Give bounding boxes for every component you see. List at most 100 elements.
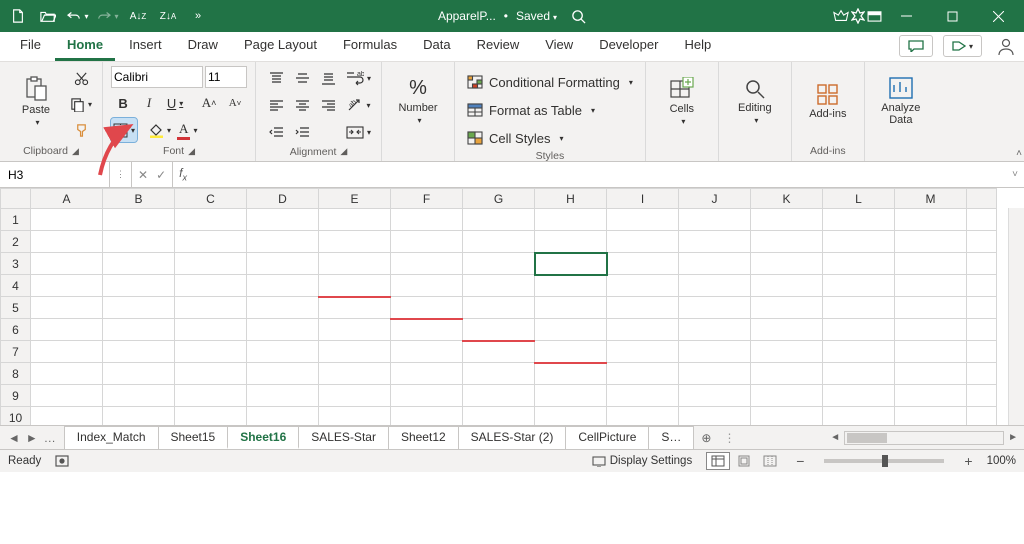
cell[interactable] [895, 297, 967, 319]
cell[interactable] [103, 253, 175, 275]
cell[interactable] [247, 253, 319, 275]
row-header[interactable]: 6 [1, 319, 31, 341]
sheet-nav-next-icon[interactable]: ► [26, 431, 38, 445]
sheet-tab[interactable]: S… [648, 426, 694, 449]
macro-record-icon[interactable] [55, 455, 69, 467]
copy-button[interactable] [68, 92, 94, 116]
new-file-icon[interactable] [4, 2, 32, 30]
fill-color-button[interactable] [147, 118, 173, 142]
cell[interactable] [679, 407, 751, 427]
sort-asc-icon[interactable]: A↓Z [124, 2, 152, 30]
name-box[interactable] [0, 162, 110, 187]
cell[interactable] [247, 363, 319, 385]
font-launcher[interactable]: ◢ [188, 146, 195, 157]
cell[interactable] [607, 297, 679, 319]
cell[interactable] [535, 275, 607, 297]
row-header[interactable]: 8 [1, 363, 31, 385]
cell[interactable] [391, 275, 463, 297]
cell[interactable] [31, 319, 103, 341]
col-header[interactable]: M [895, 189, 967, 209]
col-header[interactable]: E [319, 189, 391, 209]
display-settings-button[interactable]: Display Settings [592, 455, 692, 467]
cell[interactable] [175, 297, 247, 319]
cell[interactable] [31, 363, 103, 385]
cell[interactable] [607, 319, 679, 341]
cell[interactable] [751, 275, 823, 297]
cell[interactable] [319, 231, 391, 253]
font-size-combo[interactable] [205, 66, 247, 88]
cell[interactable] [319, 297, 391, 319]
sheet-nav-prev-icon[interactable]: ◄ [8, 431, 20, 445]
italic-button[interactable]: I [137, 91, 161, 115]
align-bottom-button[interactable] [316, 66, 340, 90]
view-page-break-button[interactable] [758, 452, 782, 470]
col-header[interactable]: G [463, 189, 535, 209]
cell[interactable] [607, 253, 679, 275]
cell[interactable] [31, 209, 103, 231]
enter-formula-icon[interactable]: ✓ [156, 168, 166, 182]
cell[interactable] [463, 319, 535, 341]
cell[interactable] [391, 231, 463, 253]
cell[interactable] [103, 231, 175, 253]
cell[interactable] [895, 319, 967, 341]
cell[interactable] [391, 385, 463, 407]
cell[interactable] [247, 407, 319, 427]
cell[interactable] [391, 253, 463, 275]
row-header[interactable]: 4 [1, 275, 31, 297]
cell[interactable] [175, 209, 247, 231]
increase-indent-button[interactable] [290, 120, 314, 144]
cell[interactable] [823, 275, 895, 297]
cell[interactable] [319, 319, 391, 341]
row-header[interactable]: 10 [1, 407, 31, 427]
tab-page-layout[interactable]: Page Layout [232, 31, 329, 61]
sheet-tab[interactable]: SALES-Star [298, 426, 389, 449]
cell[interactable] [535, 319, 607, 341]
horizontal-scrollbar[interactable] [844, 431, 1004, 445]
cell[interactable] [823, 341, 895, 363]
cell[interactable] [463, 231, 535, 253]
cell[interactable] [895, 341, 967, 363]
cell[interactable] [535, 297, 607, 319]
orientation-button[interactable]: ab [344, 93, 373, 117]
wrap-text-button[interactable]: ab [344, 66, 373, 90]
cell[interactable] [103, 385, 175, 407]
cell[interactable] [463, 253, 535, 275]
align-left-button[interactable] [264, 93, 288, 117]
merge-button[interactable] [344, 120, 373, 144]
maximize-button[interactable] [930, 0, 974, 32]
zoom-level[interactable]: 100% [987, 455, 1016, 467]
cell[interactable] [535, 231, 607, 253]
cell[interactable] [679, 319, 751, 341]
cell[interactable] [391, 407, 463, 427]
cell[interactable] [895, 363, 967, 385]
vertical-scrollbar[interactable] [1008, 208, 1024, 425]
cell[interactable] [607, 363, 679, 385]
cell[interactable] [679, 297, 751, 319]
col-header[interactable]: K [751, 189, 823, 209]
cell[interactable] [895, 275, 967, 297]
cell[interactable] [679, 231, 751, 253]
cell[interactable] [679, 341, 751, 363]
row-header[interactable]: 1 [1, 209, 31, 231]
cancel-formula-icon[interactable]: ✕ [138, 168, 148, 182]
cell[interactable] [175, 407, 247, 427]
cell[interactable] [247, 341, 319, 363]
zoom-in-button[interactable]: + [964, 453, 972, 469]
cell[interactable] [175, 275, 247, 297]
cell[interactable] [679, 363, 751, 385]
cut-button[interactable] [68, 66, 94, 90]
cell[interactable] [607, 275, 679, 297]
cell[interactable] [391, 363, 463, 385]
sort-desc-icon[interactable]: Z↓A [154, 2, 182, 30]
cell[interactable] [607, 385, 679, 407]
cell[interactable] [751, 407, 823, 427]
sheet-tab[interactable]: Sheet16 [227, 426, 299, 449]
new-sheet-button[interactable]: ⊕ [693, 431, 719, 445]
cell[interactable] [679, 253, 751, 275]
redo-button[interactable] [94, 2, 122, 30]
cell[interactable] [319, 407, 391, 427]
cell[interactable] [103, 275, 175, 297]
cell[interactable] [535, 363, 607, 385]
underline-button[interactable]: U [163, 91, 187, 115]
cell[interactable] [103, 363, 175, 385]
